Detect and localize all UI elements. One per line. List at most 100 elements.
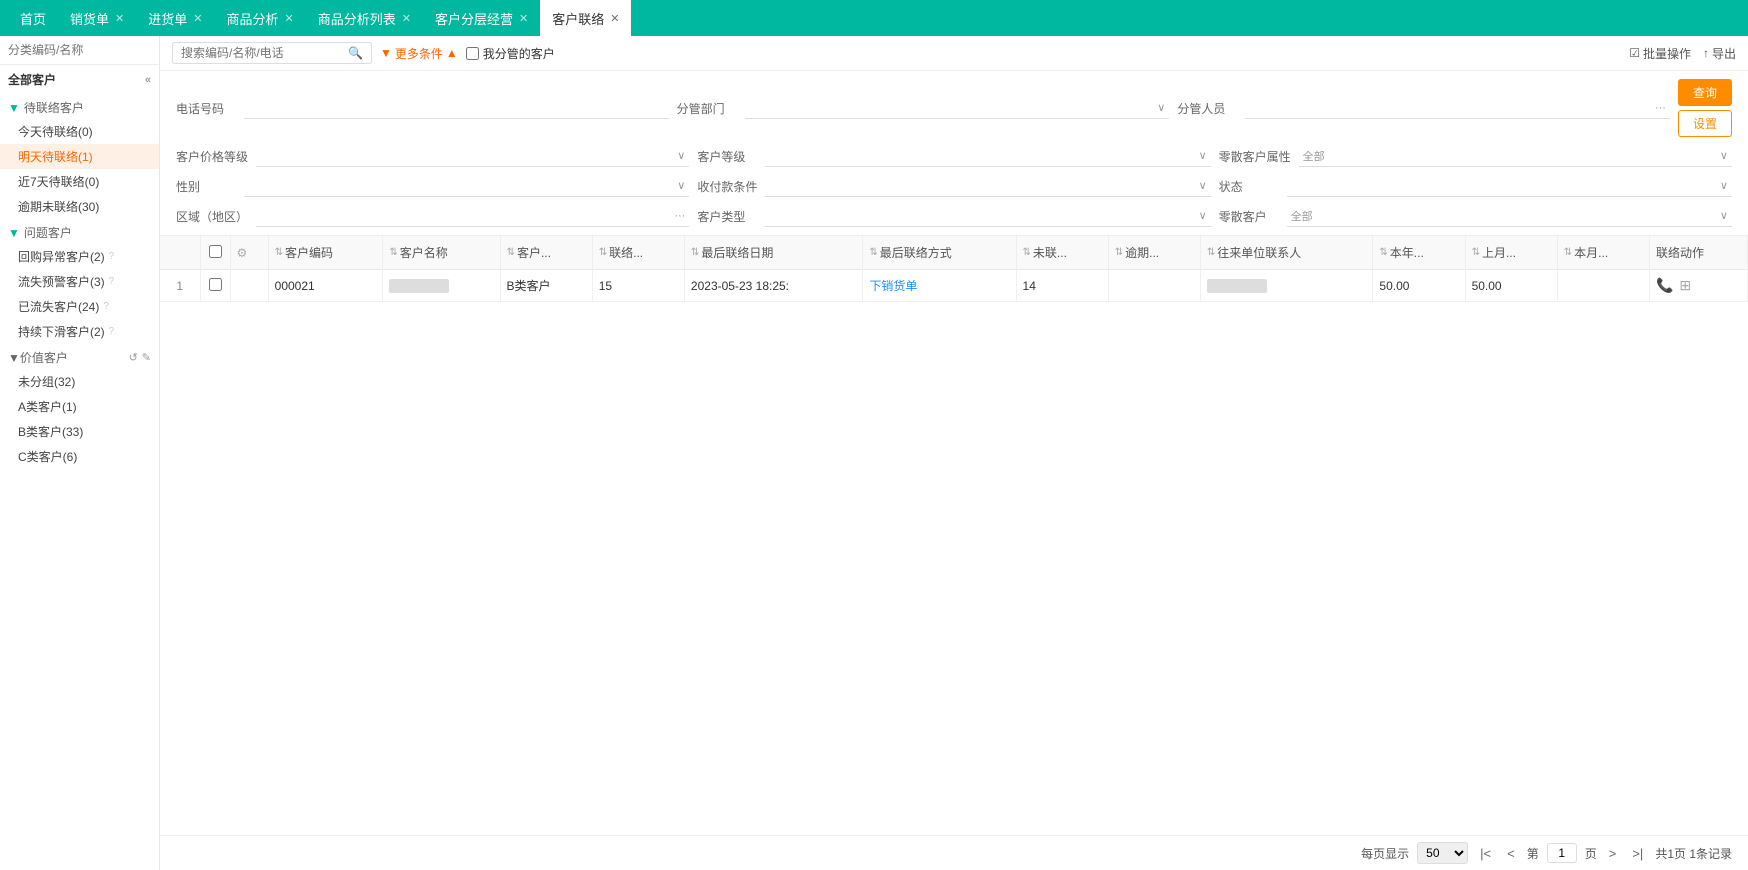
- sidebar-item-repurchase-abnormal[interactable]: 回购异常客户(2) ?: [0, 244, 159, 269]
- help-icon-1[interactable]: ?: [109, 276, 115, 287]
- sort-last-method[interactable]: 最后联络方式: [869, 244, 1009, 261]
- refresh-icon[interactable]: ↺: [129, 351, 138, 364]
- sidebar-item-tomorrow[interactable]: 明天待联络(1): [0, 144, 159, 169]
- close-product-list-tab[interactable]: ✕: [402, 12, 411, 25]
- last-page-button[interactable]: >|: [1628, 846, 1647, 861]
- sort-this-year[interactable]: 本年...: [1379, 244, 1458, 261]
- sidebar-item-declining[interactable]: 持续下滑客户(2) ?: [0, 319, 159, 344]
- th-name[interactable]: 客户名称: [383, 236, 500, 270]
- sidebar-item-churned[interactable]: 已流失客户(24) ?: [0, 294, 159, 319]
- nav-product-analysis-list[interactable]: 商品分析列表 ✕: [306, 0, 423, 36]
- nav-home[interactable]: 首页: [8, 0, 58, 36]
- table-header-row: ⚙ 客户编码 客户名称: [160, 236, 1748, 270]
- all-customers-header[interactable]: 全部客户 «: [0, 65, 159, 94]
- phone-action-icon[interactable]: 📞: [1656, 277, 1673, 294]
- th-overdue[interactable]: 逾期...: [1108, 236, 1200, 270]
- th-contacts[interactable]: 联络...: [592, 236, 684, 270]
- close-purchase-tab[interactable]: ✕: [193, 12, 202, 25]
- nav-product-analysis[interactable]: 商品分析 ✕: [214, 0, 305, 36]
- retail-attr-select[interactable]: 全部∨: [1299, 145, 1732, 167]
- sort-overdue[interactable]: 逾期...: [1115, 244, 1194, 261]
- customer-type-select[interactable]: ∨: [765, 205, 1210, 227]
- sidebar-item-7days[interactable]: 近7天待联络(0): [0, 169, 159, 194]
- th-this-month[interactable]: 本月...: [1557, 236, 1649, 270]
- help-icon-0[interactable]: ?: [109, 251, 115, 262]
- nav-sales[interactable]: 销货单 ✕: [58, 0, 136, 36]
- th-code[interactable]: 客户编码: [268, 236, 383, 270]
- pending-arrow: ▼: [8, 101, 20, 115]
- row-checkbox[interactable]: [209, 278, 222, 291]
- retail-attr-label: 零散客户属性: [1219, 148, 1291, 165]
- price-level-select[interactable]: ∨: [256, 145, 689, 167]
- batch-operation-button[interactable]: ☑ 批量操作: [1629, 45, 1691, 62]
- chevron-icon: ▲: [446, 46, 458, 60]
- sort-last-month[interactable]: 上月...: [1472, 244, 1551, 261]
- my-customers-checkbox-label[interactable]: 我分管的客户: [466, 45, 555, 62]
- sort-no-contact[interactable]: 未联...: [1023, 244, 1102, 261]
- th-contacts-person[interactable]: 往来单位联系人: [1200, 236, 1372, 270]
- sidebar-item-b-class[interactable]: B类客户(33): [0, 419, 159, 444]
- export-button[interactable]: ↑ 导出: [1703, 45, 1736, 62]
- search-input[interactable]: [181, 46, 348, 60]
- sidebar-search-input[interactable]: [8, 43, 160, 57]
- status-select[interactable]: ∨: [1287, 175, 1732, 197]
- gender-select[interactable]: ∨: [244, 175, 689, 197]
- nav-customer-contact[interactable]: 客户联络 ✕: [540, 0, 631, 36]
- retail-customer-select[interactable]: 全部∨: [1287, 205, 1732, 227]
- edit-icon[interactable]: ✎: [142, 351, 151, 364]
- th-no-contact[interactable]: 未联...: [1016, 236, 1108, 270]
- page-input[interactable]: [1547, 843, 1577, 863]
- sort-contacts[interactable]: 联络...: [599, 244, 678, 261]
- close-customer-contact-tab[interactable]: ✕: [610, 12, 619, 25]
- th-last-method[interactable]: 最后联络方式: [863, 236, 1016, 270]
- filter-row-3: 性别 ∨ 收付款条件 ∨ 状态 ∨: [176, 175, 1732, 197]
- select-all-checkbox[interactable]: [209, 245, 222, 258]
- customer-level-select[interactable]: ∨: [765, 145, 1210, 167]
- region-field: 区域（地区） ···: [176, 205, 689, 227]
- sort-last-date[interactable]: 最后联络日期: [691, 244, 856, 261]
- gender-field: 性别 ∨: [176, 175, 689, 197]
- phone-input[interactable]: [244, 97, 669, 119]
- sidebar-item-overdue[interactable]: 逾期未联络(30): [0, 194, 159, 219]
- sort-name[interactable]: 客户名称: [389, 244, 493, 261]
- sort-this-month[interactable]: 本月...: [1564, 244, 1643, 261]
- top-nav: 首页 销货单 ✕ 进货单 ✕ 商品分析 ✕ 商品分析列表 ✕ 客户分层经营 ✕ …: [0, 0, 1748, 36]
- search-button[interactable]: 🔍: [348, 46, 363, 60]
- collapse-icon: «: [145, 74, 151, 86]
- close-product-analysis-tab[interactable]: ✕: [285, 12, 294, 25]
- sidebar-item-a-class[interactable]: A类客户(1): [0, 394, 159, 419]
- my-customers-checkbox[interactable]: [466, 47, 479, 60]
- help-icon-3[interactable]: ?: [109, 326, 115, 337]
- region-input[interactable]: ···: [256, 205, 689, 227]
- th-last-date[interactable]: 最后联络日期: [684, 236, 862, 270]
- sidebar-item-ungrouped[interactable]: 未分组(32): [0, 369, 159, 394]
- manager-input[interactable]: ···: [1245, 97, 1670, 119]
- per-page-select[interactable]: 50 100 200: [1417, 842, 1468, 864]
- sidebar-item-c-class[interactable]: C类客户(6): [0, 444, 159, 469]
- nav-customer-tier[interactable]: 客户分层经营 ✕: [423, 0, 540, 36]
- help-icon-2[interactable]: ?: [103, 301, 109, 312]
- payment-select[interactable]: ∨: [765, 175, 1210, 197]
- th-this-year[interactable]: 本年...: [1373, 236, 1465, 270]
- sidebar-item-churn-warning[interactable]: 流失预警客户(3) ?: [0, 269, 159, 294]
- set-button[interactable]: 设置: [1678, 110, 1732, 137]
- nav-purchase[interactable]: 进货单 ✕: [136, 0, 214, 36]
- last-method-link[interactable]: 下销货单: [869, 279, 917, 293]
- th-type[interactable]: 客户...: [500, 236, 592, 270]
- th-gear[interactable]: ⚙: [230, 236, 268, 270]
- prev-page-button[interactable]: <: [1503, 846, 1519, 861]
- more-conditions-button[interactable]: ▼ 更多条件 ▲: [380, 45, 458, 62]
- sidebar-item-today[interactable]: 今天待联络(0): [0, 119, 159, 144]
- grid-action-icon[interactable]: ⊞: [1679, 277, 1691, 294]
- sort-contacts-person[interactable]: 往来单位联系人: [1207, 244, 1366, 261]
- cell-check: [200, 270, 230, 302]
- dept-select[interactable]: ∨: [745, 97, 1170, 119]
- query-button[interactable]: 查询: [1678, 79, 1732, 106]
- sort-type[interactable]: 客户...: [507, 244, 586, 261]
- close-customer-tier-tab[interactable]: ✕: [519, 12, 528, 25]
- close-sales-tab[interactable]: ✕: [115, 12, 124, 25]
- first-page-button[interactable]: |<: [1476, 846, 1495, 861]
- th-last-month[interactable]: 上月...: [1465, 236, 1557, 270]
- next-page-button[interactable]: >: [1605, 846, 1621, 861]
- sort-code[interactable]: 客户编码: [275, 244, 377, 261]
